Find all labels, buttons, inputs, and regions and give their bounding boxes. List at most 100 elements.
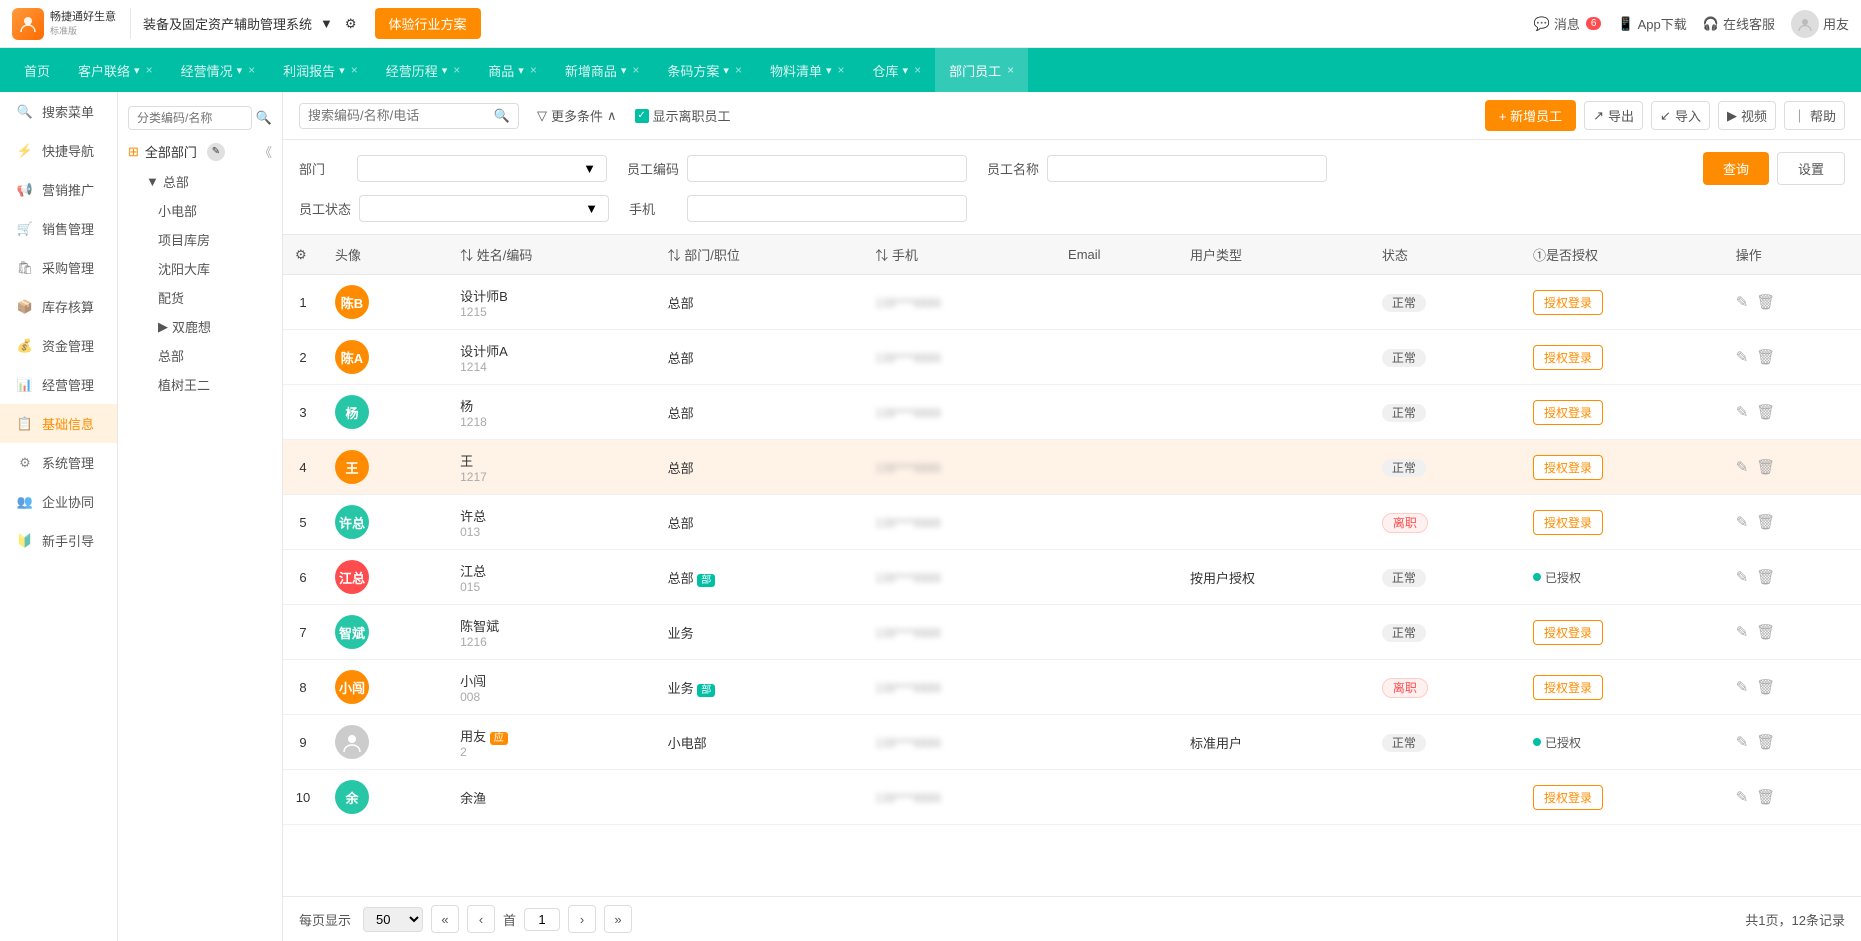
col-name[interactable]: ⇅ 姓名/编码 bbox=[448, 235, 656, 275]
edit-icon[interactable]: ✎ bbox=[1736, 678, 1749, 696]
auth-login-button[interactable]: 授权登录 bbox=[1533, 290, 1603, 315]
edit-icon[interactable]: ✎ bbox=[1736, 623, 1749, 641]
edit-icon[interactable]: ✎ bbox=[1736, 513, 1749, 531]
sidebar-item-purchase[interactable]: 🛍 采购管理 bbox=[0, 248, 117, 287]
reset-button[interactable]: 设置 bbox=[1777, 152, 1845, 185]
delete-icon[interactable]: 🗑 bbox=[1756, 568, 1775, 586]
last-page-button[interactable]: » bbox=[604, 905, 632, 933]
sidebar-item-system[interactable]: ⚙ 系统管理 bbox=[0, 443, 117, 482]
settings-icon[interactable]: ⚙ bbox=[345, 16, 357, 32]
delete-icon[interactable]: 🗑 bbox=[1756, 403, 1775, 421]
nav-tab-dept[interactable]: 部门员工 × bbox=[935, 48, 1028, 92]
nav-tab-bom[interactable]: 物料清单 ▾ × bbox=[756, 48, 859, 92]
nav-tab-goods[interactable]: 商品 ▾ × bbox=[474, 48, 551, 92]
per-page-select[interactable]: 50 20 100 bbox=[363, 907, 423, 932]
edit-icon[interactable]: ✎ bbox=[1736, 458, 1749, 476]
name-filter-input[interactable] bbox=[1047, 155, 1327, 182]
nav-tab-barcode[interactable]: 条码方案 ▾ × bbox=[653, 48, 756, 92]
auth-login-button[interactable]: 授权登录 bbox=[1533, 400, 1603, 425]
sidebar-item-sales[interactable]: 🛒 销售管理 bbox=[0, 209, 117, 248]
delete-icon[interactable]: 🗑 bbox=[1756, 458, 1775, 476]
auth-login-button[interactable]: 授权登录 bbox=[1533, 510, 1603, 535]
edit-icon[interactable]: ✎ bbox=[1736, 348, 1749, 366]
delete-icon[interactable]: 🗑 bbox=[1756, 788, 1775, 806]
code-filter-input[interactable] bbox=[687, 155, 967, 182]
show-inactive-toggle[interactable]: ✓ 显示离职员工 bbox=[635, 106, 731, 125]
edit-icon[interactable]: ✎ bbox=[1736, 293, 1749, 311]
sidebar-item-finance[interactable]: 💰 资金管理 bbox=[0, 326, 117, 365]
auth-login-button[interactable]: 授权登录 bbox=[1533, 345, 1603, 370]
trial-button[interactable]: 体验行业方案 bbox=[375, 8, 481, 39]
sidebar-item-marketing[interactable]: 📢 营销推广 bbox=[0, 170, 117, 209]
nav-tab-customer[interactable]: 客户联络 ▾ × bbox=[64, 48, 167, 92]
more-filters-btn[interactable]: ▽ 更多条件 ∧ bbox=[529, 102, 625, 129]
sidebar-item-basic[interactable]: 📋 基础信息 bbox=[0, 404, 117, 443]
nav-tab-operation[interactable]: 经营情况 ▾ × bbox=[167, 48, 270, 92]
col-phone[interactable]: ⇅ 手机 bbox=[863, 235, 1056, 275]
auth-login-button[interactable]: 授权登录 bbox=[1533, 455, 1603, 480]
dept-node-project[interactable]: 项目库房 bbox=[138, 225, 282, 254]
user-item[interactable]: 用友 bbox=[1791, 10, 1849, 38]
nav-tab-new-goods[interactable]: 新增商品 ▾ × bbox=[551, 48, 654, 92]
dept-node-shenyang[interactable]: 沈阳大库 bbox=[138, 254, 282, 283]
edit-icon[interactable]: ✎ bbox=[1736, 733, 1749, 751]
add-employee-button[interactable]: + 新增员工 bbox=[1485, 100, 1576, 131]
online-service-item[interactable]: 🎧 在线客服 bbox=[1703, 14, 1775, 33]
prev-page-button[interactable]: ‹ bbox=[467, 905, 495, 933]
delete-icon[interactable]: 🗑 bbox=[1756, 623, 1775, 641]
search-icon: 🔍 bbox=[16, 103, 34, 121]
nav-tab-history[interactable]: 经营历程 ▾ × bbox=[372, 48, 475, 92]
dept-filter-select[interactable]: ▼ bbox=[357, 155, 607, 182]
search-submit-icon[interactable]: 🔍 bbox=[494, 108, 510, 124]
sidebar-item-collab[interactable]: 👥 企业协同 bbox=[0, 482, 117, 521]
edit-icon[interactable]: ✎ bbox=[1736, 568, 1749, 586]
dept-search-input[interactable] bbox=[128, 106, 252, 130]
sidebar-item-inventory[interactable]: 📦 库存核算 bbox=[0, 287, 117, 326]
dept-node-xiaodian[interactable]: 小电部 bbox=[138, 196, 282, 225]
sidebar-item-manage[interactable]: 📊 经营管理 bbox=[0, 365, 117, 404]
delete-icon[interactable]: 🗑 bbox=[1756, 293, 1775, 311]
status-filter-select[interactable]: ▼ bbox=[359, 195, 609, 222]
col-dept[interactable]: ⇅ 部门/职位 bbox=[656, 235, 864, 275]
first-page-button[interactable]: « bbox=[431, 905, 459, 933]
nav-tab-home[interactable]: 首页 bbox=[10, 48, 64, 92]
dept-node-headquarters[interactable]: ▼ 总部 bbox=[126, 167, 282, 196]
nav-tab-profit[interactable]: 利润报告 ▾ × bbox=[269, 48, 372, 92]
sidebar-item-guide[interactable]: 🔰 新手引导 bbox=[0, 521, 117, 560]
delete-icon[interactable]: 🗑 bbox=[1756, 733, 1775, 751]
edit-icon[interactable]: ✎ bbox=[1736, 788, 1749, 806]
auth-login-button[interactable]: 授权登录 bbox=[1533, 675, 1603, 700]
app-download-item[interactable]: 📱 App下载 bbox=[1617, 14, 1686, 33]
sidebar-item-nav[interactable]: ⚡ 快捷导航 bbox=[0, 131, 117, 170]
phone-filter-input[interactable] bbox=[687, 195, 967, 222]
export-button[interactable]: ↗ 导出 bbox=[1584, 101, 1643, 130]
auth-login-button[interactable]: 授权登录 bbox=[1533, 785, 1603, 810]
delete-icon[interactable]: 🗑 bbox=[1756, 678, 1775, 696]
help-button[interactable]: ｜ 帮助 bbox=[1784, 101, 1845, 130]
auth-login-button[interactable]: 授权登录 bbox=[1533, 620, 1603, 645]
video-button[interactable]: ▶ 视频 bbox=[1718, 101, 1776, 130]
dept-header-all[interactable]: ⊞ 全部部门 ✎ 《 bbox=[118, 136, 282, 167]
search-input[interactable] bbox=[308, 108, 490, 123]
next-page-button[interactable]: › bbox=[568, 905, 596, 933]
delete-icon[interactable]: 🗑 bbox=[1756, 348, 1775, 366]
dept-node-zongbu[interactable]: 总部 bbox=[138, 341, 282, 370]
delete-icon[interactable]: 🗑 bbox=[1756, 513, 1775, 531]
dept-node-zhishu[interactable]: 植树王二 bbox=[138, 370, 282, 399]
page-number-input[interactable] bbox=[524, 908, 560, 931]
dept-node-shuanglu[interactable]: ▶ 双鹿想 bbox=[138, 312, 282, 341]
row-email bbox=[1056, 715, 1178, 770]
import-button[interactable]: ↙ 导入 bbox=[1651, 101, 1710, 130]
dept-node-peihu[interactable]: 配货 bbox=[138, 283, 282, 312]
message-item[interactable]: 💬 消息 6 bbox=[1534, 14, 1602, 33]
title-arrow-icon[interactable]: ▼ bbox=[320, 16, 333, 31]
query-button[interactable]: 查询 bbox=[1703, 152, 1769, 185]
collapse-icon[interactable]: 《 bbox=[259, 142, 272, 161]
edit-icon[interactable]: ✎ bbox=[1736, 403, 1749, 421]
row-dept: 小电部 bbox=[656, 715, 864, 770]
nav-tab-warehouse[interactable]: 仓库 ▾ × bbox=[859, 48, 936, 92]
col-settings[interactable]: ⚙ bbox=[283, 235, 323, 275]
dept-edit-icon[interactable]: ✎ bbox=[207, 143, 225, 161]
sidebar-item-search[interactable]: 🔍 搜索菜单 bbox=[0, 92, 117, 131]
dept-search-icon[interactable]: 🔍 bbox=[256, 110, 272, 126]
